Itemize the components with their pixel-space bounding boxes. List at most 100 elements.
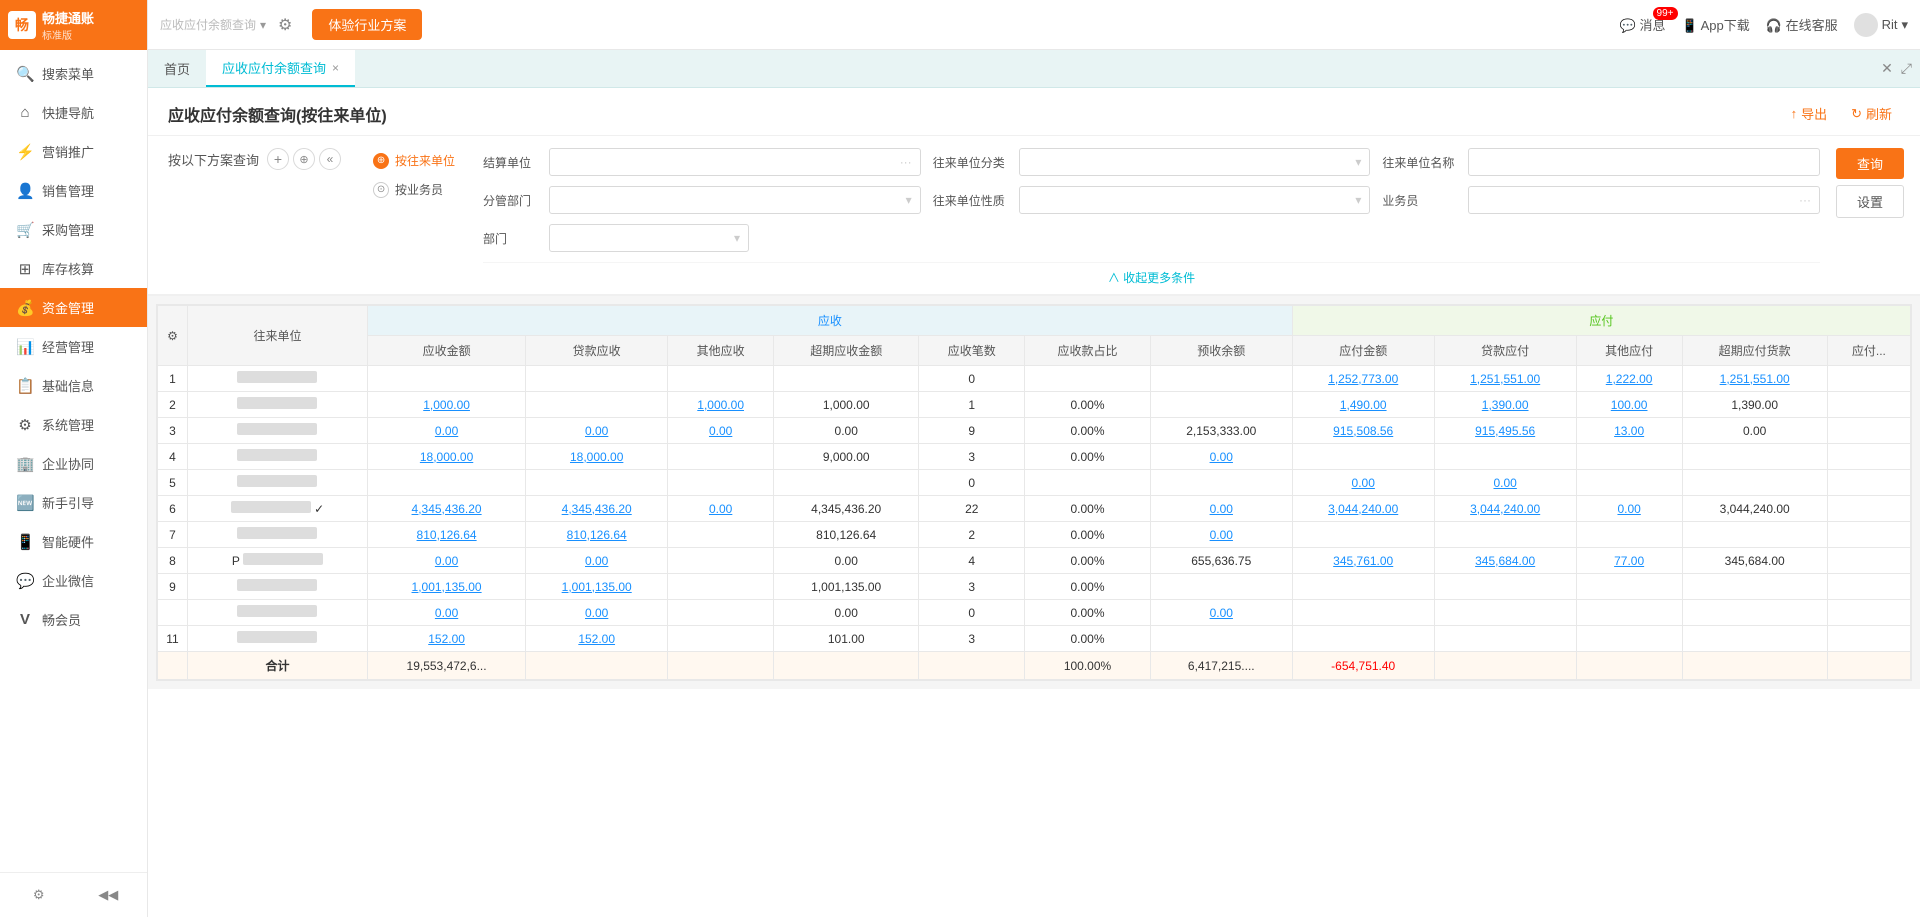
ap-overdue-cell[interactable]: 1,251,551.00 (1682, 366, 1827, 392)
settings-col-header[interactable]: ⚙ (158, 306, 188, 366)
ap-other-cell[interactable]: 100.00 (1576, 392, 1682, 418)
ap-amount-cell[interactable]: 1,252,773.00 (1292, 366, 1434, 392)
salesman-input[interactable]: ··· (1468, 186, 1820, 214)
sidebar-item-guide[interactable]: 🆕 新手引导 (0, 483, 147, 522)
search-option-by-unit[interactable]: ⊕ 按往来单位 (365, 148, 463, 173)
mode-btn[interactable]: ⊕ (293, 148, 315, 170)
ap-amount-cell[interactable]: 345,761.00 (1292, 548, 1434, 574)
ar-advance-cell[interactable]: 0.00 (1150, 444, 1292, 470)
ap-loan-cell[interactable]: 1,251,551.00 (1434, 366, 1576, 392)
breadcrumb-dropdown-icon[interactable]: ▾ (260, 18, 266, 32)
export-btn[interactable]: ↑ 导出 (1783, 100, 1836, 127)
sidebar-item-label: 智能硬件 (42, 532, 94, 551)
col-settings-icon: ⚙ (167, 329, 178, 343)
sidebar-item-basic[interactable]: 📋 基础信息 (0, 366, 147, 405)
ar-loan-cell[interactable]: 0.00 (526, 418, 668, 444)
sidebar-item-system[interactable]: ⚙ 系统管理 (0, 405, 147, 444)
ap-other-cell[interactable]: 77.00 (1576, 548, 1682, 574)
sidebar-item-quick-nav[interactable]: ⌂ 快捷导航 (0, 93, 147, 132)
total-ar-ratio: 100.00% (1025, 652, 1151, 680)
ap-amount-cell[interactable]: 3,044,240.00 (1292, 496, 1434, 522)
sidebar-item-finance[interactable]: 💰 资金管理 (0, 288, 147, 327)
ap-amount-cell[interactable]: 0.00 (1292, 470, 1434, 496)
ar-amount-cell[interactable]: 1,000.00 (367, 392, 525, 418)
ar-loan-cell[interactable]: 152.00 (526, 626, 668, 652)
sidebar-item-management[interactable]: 📊 经营管理 (0, 327, 147, 366)
sidebar-item-marketing[interactable]: ⚡ 营销推广 (0, 132, 147, 171)
ar-amount-cell[interactable]: 152.00 (367, 626, 525, 652)
collapse-btn[interactable]: ∧ 收起更多条件 (1108, 271, 1195, 285)
messages-btn[interactable]: 💬 消息 99+ (1620, 15, 1666, 34)
ap-overdue-cell (1682, 470, 1827, 496)
sidebar-item-label: 资金管理 (42, 298, 94, 317)
add-scheme-btn[interactable]: + (267, 148, 289, 170)
dept-in-charge-label: 分管部门 (483, 192, 543, 209)
sidebar-item-member[interactable]: V 畅会员 (0, 600, 147, 639)
ar-ratio-header: 应收款占比 (1025, 336, 1151, 366)
topbar-settings-icon[interactable]: ⚙ (278, 15, 292, 35)
settlement-unit-input[interactable]: ··· (549, 148, 921, 176)
settings-btn[interactable]: 设置 (1836, 185, 1904, 218)
ar-amount-cell[interactable]: 18,000.00 (367, 444, 525, 470)
ar-advance-cell[interactable]: 0.00 (1150, 496, 1292, 522)
unit-nature-input[interactable]: ▾ (1019, 186, 1371, 214)
ap-loan-cell[interactable]: 0.00 (1434, 470, 1576, 496)
unit-name-input[interactable] (1468, 148, 1820, 176)
ar-other-cell[interactable]: 0.00 (668, 496, 774, 522)
tab-close-icon[interactable]: × (332, 61, 339, 75)
sidebar-item-inventory[interactable]: ⊞ 库存核算 (0, 249, 147, 288)
tab-maximize-icon[interactable]: ⤢ (1901, 60, 1912, 77)
sidebar-item-collab[interactable]: 🏢 企业协同 (0, 444, 147, 483)
ar-loan-cell[interactable]: 18,000.00 (526, 444, 668, 470)
ar-loan-cell[interactable]: 0.00 (526, 548, 668, 574)
ar-loan-cell[interactable]: 4,345,436.20 (526, 496, 668, 522)
sidebar-item-wechat[interactable]: 💬 企业微信 (0, 561, 147, 600)
ar-amount-cell[interactable]: 0.00 (367, 600, 525, 626)
table-row: 6 ✓ 4,345,436.20 4,345,436.20 0.00 4,345… (158, 496, 1911, 522)
app-download-btn[interactable]: 📱 App下载 (1682, 15, 1750, 34)
ap-amount-cell[interactable]: 1,490.00 (1292, 392, 1434, 418)
unit-category-input[interactable]: ▾ (1019, 148, 1371, 176)
sidebar-item-search[interactable]: 🔍 搜索菜单 (0, 54, 147, 93)
collapse-scheme-btn[interactable]: « (319, 148, 341, 170)
option-icon: ⊕ (373, 153, 389, 169)
ap-loan-cell[interactable]: 1,390.00 (1434, 392, 1576, 418)
sidebar-item-hardware[interactable]: 📱 智能硬件 (0, 522, 147, 561)
ap-other-cell[interactable]: 0.00 (1576, 496, 1682, 522)
ap-other-cell[interactable]: 13.00 (1576, 418, 1682, 444)
ar-advance-cell[interactable]: 0.00 (1150, 522, 1292, 548)
ar-loan-cell[interactable]: 810,126.64 (526, 522, 668, 548)
ap-loan-cell[interactable]: 915,495.56 (1434, 418, 1576, 444)
dept-input[interactable]: ▾ (549, 224, 749, 252)
ar-other-cell[interactable]: 0.00 (668, 418, 774, 444)
ap-loan-cell[interactable]: 345,684.00 (1434, 548, 1576, 574)
ar-amount-cell[interactable]: 810,126.64 (367, 522, 525, 548)
ar-amount-cell[interactable]: 0.00 (367, 418, 525, 444)
ap-loan-cell[interactable]: 3,044,240.00 (1434, 496, 1576, 522)
online-service-btn[interactable]: 🎧 在线客服 (1766, 15, 1838, 34)
search-options: ⊕ 按往来单位 ⊙ 按业务员 (365, 148, 463, 202)
ap-group-header: 应付 (1292, 306, 1910, 336)
ar-advance-cell[interactable]: 0.00 (1150, 600, 1292, 626)
ar-amount-cell[interactable]: 1,001,135.00 (367, 574, 525, 600)
ap-amount-cell[interactable]: 915,508.56 (1292, 418, 1434, 444)
tab-ar-ap[interactable]: 应收应付余额查询 × (206, 50, 355, 87)
ar-other-cell[interactable]: 1,000.00 (668, 392, 774, 418)
footer-settings-btn[interactable]: ⚙ (8, 881, 70, 909)
query-btn[interactable]: 查询 (1836, 148, 1904, 179)
ap-other-cell[interactable]: 1,222.00 (1576, 366, 1682, 392)
ar-loan-cell[interactable]: 1,001,135.00 (526, 574, 668, 600)
tab-home[interactable]: 首页 (148, 51, 206, 86)
ar-amount-cell[interactable]: 4,345,436.20 (367, 496, 525, 522)
ar-amount-cell[interactable]: 0.00 (367, 548, 525, 574)
tab-close-window-icon[interactable]: ✕ (1881, 60, 1893, 77)
search-option-by-staff[interactable]: ⊙ 按业务员 (365, 177, 463, 202)
refresh-btn[interactable]: ↻ 刷新 (1843, 100, 1900, 127)
dept-in-charge-input[interactable]: ▾ (549, 186, 921, 214)
ar-loan-cell[interactable]: 0.00 (526, 600, 668, 626)
sidebar-item-sales[interactable]: 👤 销售管理 (0, 171, 147, 210)
trial-btn[interactable]: 体验行业方案 (312, 9, 422, 40)
sidebar-item-purchase[interactable]: 🛒 采购管理 (0, 210, 147, 249)
footer-collapse-btn[interactable]: ◀◀ (78, 881, 140, 909)
user-menu[interactable]: Rit ▾ (1854, 13, 1908, 37)
